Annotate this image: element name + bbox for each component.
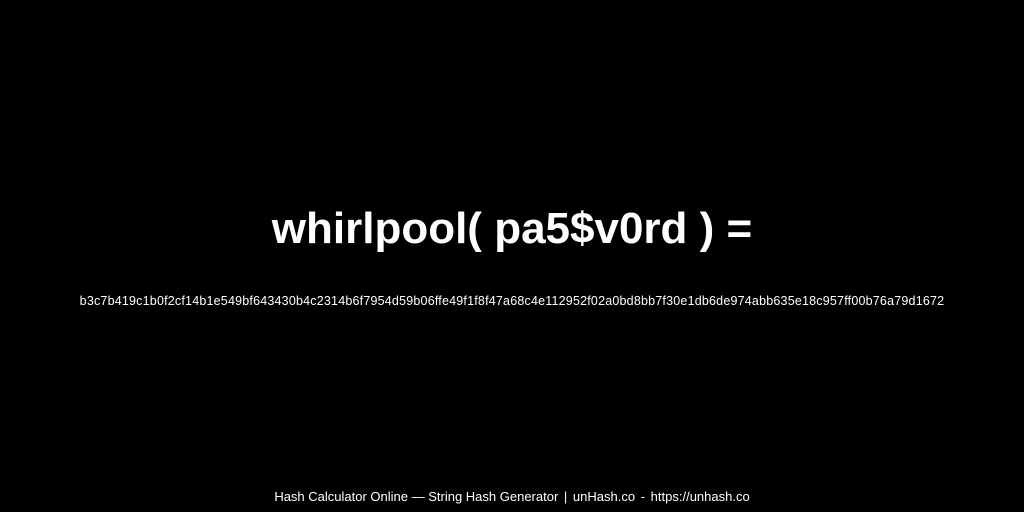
main-content: whirlpool( pa5$v0rd ) = b3c7b419c1b0f2cf… [0,204,1024,308]
footer: Hash Calculator Online — String Hash Gen… [0,489,1024,504]
footer-title: Hash Calculator Online — String Hash Gen… [274,489,558,504]
footer-brand: unHash.co [573,489,635,504]
footer-url[interactable]: https://unhash.co [651,489,750,504]
footer-separator: | [564,489,567,504]
hash-output: b3c7b419c1b0f2cf14b1e549bf643430b4c2314b… [0,294,1024,308]
footer-separator: - [641,489,645,504]
hash-expression-heading: whirlpool( pa5$v0rd ) = [0,204,1024,254]
